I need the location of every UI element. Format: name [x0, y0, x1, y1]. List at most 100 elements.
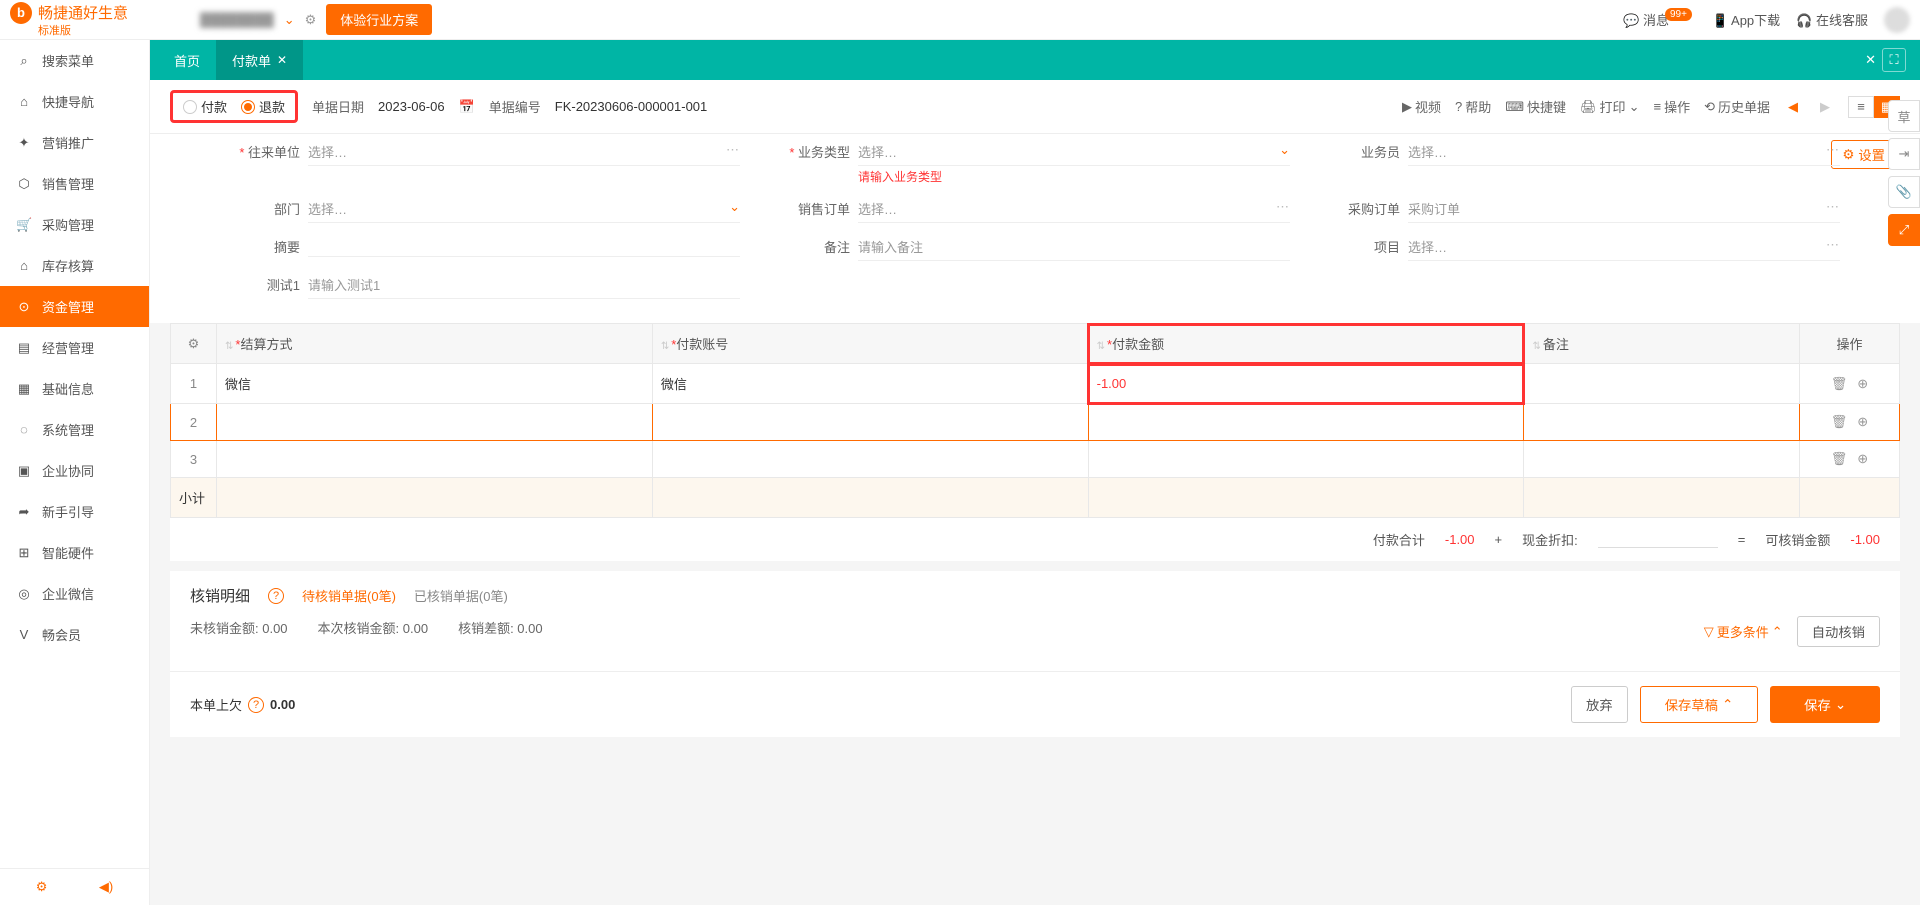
messages-link[interactable]: 💬 消息99+: [1623, 10, 1696, 29]
delete-icon[interactable]: 🗑: [1831, 414, 1848, 430]
prev-icon[interactable]: ◀: [1784, 99, 1802, 115]
col-amount[interactable]: ⇅付款金额: [1088, 324, 1524, 364]
settings-icon[interactable]: ⚙: [36, 879, 48, 895]
save-draft-button[interactable]: 保存草稿 ⌃: [1640, 686, 1758, 723]
help-icon[interactable]: ?: [248, 697, 264, 713]
cell-amount[interactable]: [1088, 441, 1524, 478]
chevron-down-icon[interactable]: ⌄: [284, 12, 295, 28]
sidebar-item-system[interactable]: ◌系统管理: [0, 409, 149, 450]
radio-refund[interactable]: 退款: [241, 97, 285, 116]
collapse-icon[interactable]: ◀): [99, 879, 113, 895]
biztype-select[interactable]: 选择…⌄: [858, 138, 1290, 166]
right-dock: 草 ⇥ 📎 ⤢: [1888, 100, 1920, 246]
dock-import-icon[interactable]: ⇥: [1888, 138, 1920, 170]
sidebar-item-search[interactable]: ⌕搜索菜单: [0, 40, 149, 81]
sidebar-item-marketing[interactable]: ✦营销推广: [0, 122, 149, 163]
ellipsis-icon: ⋯: [1826, 237, 1840, 253]
cell-settle[interactable]: [217, 441, 653, 478]
clerk-label: 业务员: [1330, 138, 1400, 161]
add-icon[interactable]: ⊕: [1857, 451, 1868, 467]
dept-select[interactable]: 选择…⌄: [308, 195, 740, 223]
sidebar-item-member[interactable]: V畅会员: [0, 614, 149, 655]
close-all-icon[interactable]: ✕: [1865, 52, 1876, 68]
auto-verify-button[interactable]: 自动核销: [1797, 616, 1880, 647]
sidebar-item-basic[interactable]: ▦基础信息: [0, 368, 149, 409]
tab-home[interactable]: 首页: [158, 40, 216, 80]
test1-input[interactable]: 请输入测试1: [308, 271, 740, 299]
delete-icon[interactable]: 🗑: [1831, 451, 1848, 467]
cell-amount[interactable]: [1088, 404, 1524, 441]
table-row[interactable]: 2 🗑⊕: [171, 404, 1900, 441]
cell-account[interactable]: [652, 404, 1088, 441]
cell-amount[interactable]: -1.00: [1088, 364, 1524, 404]
history-link[interactable]: ⟲ 历史单据: [1704, 97, 1770, 116]
col-account[interactable]: ⇅付款账号: [652, 324, 1088, 364]
abandon-button[interactable]: 放弃: [1571, 686, 1628, 723]
sidebar-item-collab[interactable]: ▣企业协同: [0, 450, 149, 491]
org-selector[interactable]: ████████: [200, 12, 274, 27]
col-gear[interactable]: ⚙: [171, 324, 217, 364]
next-icon[interactable]: ▶: [1816, 99, 1834, 115]
sidebar-item-funds[interactable]: ⊙资金管理: [0, 286, 149, 327]
sidebar-item-hardware[interactable]: ⊞智能硬件: [0, 532, 149, 573]
col-remark[interactable]: ⇅备注: [1524, 324, 1800, 364]
dock-attach-icon[interactable]: 📎: [1888, 176, 1920, 208]
table-row[interactable]: 3 🗑⊕: [171, 441, 1900, 478]
cell-settle[interactable]: [217, 404, 653, 441]
settings-button[interactable]: ⚙ 设置: [1831, 140, 1896, 169]
shortcut-link[interactable]: ⌨ 快捷键: [1505, 97, 1566, 116]
video-link[interactable]: ▶ 视频: [1402, 97, 1441, 116]
cell-remark[interactable]: [1524, 364, 1800, 404]
online-service-link[interactable]: 🎧 在线客服: [1796, 10, 1868, 29]
sidebar-item-quicknav[interactable]: ⌂快捷导航: [0, 81, 149, 122]
calendar-icon[interactable]: 📅: [459, 99, 475, 115]
add-icon[interactable]: ⊕: [1857, 414, 1868, 430]
cell-account[interactable]: 微信: [652, 364, 1088, 404]
clerk-select[interactable]: 选择…⋯: [1408, 138, 1840, 166]
close-icon[interactable]: ✕: [277, 53, 287, 67]
help-icon[interactable]: ?: [268, 588, 284, 604]
cell-account[interactable]: [652, 441, 1088, 478]
sidebar-item-inventory[interactable]: ⌂库存核算: [0, 245, 149, 286]
dock-draft-icon[interactable]: 草: [1888, 100, 1920, 132]
app-download-link[interactable]: 📱 App下载: [1712, 10, 1780, 29]
remark-input[interactable]: 请输入备注: [858, 233, 1290, 261]
print-link[interactable]: 🖨 打印 ⌄: [1580, 97, 1639, 116]
purchaseorder-select[interactable]: 采购订单⋯: [1408, 195, 1840, 223]
cell-remark[interactable]: [1524, 441, 1800, 478]
save-button[interactable]: 保存 ⌄: [1770, 686, 1880, 723]
ellipsis-icon: ⋯: [1826, 199, 1840, 215]
sidebar-item-business[interactable]: ▤经营管理: [0, 327, 149, 368]
trial-button[interactable]: 体验行业方案: [326, 4, 432, 35]
cell-settle[interactable]: 微信: [217, 364, 653, 404]
sidebar-item-wecom[interactable]: ◎企业微信: [0, 573, 149, 614]
more-conditions-link[interactable]: ▽ 更多条件 ⌃: [1704, 622, 1783, 641]
pay-total-value: -1.00: [1445, 532, 1475, 547]
table-row[interactable]: 1 微信 微信 -1.00 🗑⊕: [171, 364, 1900, 404]
sidebar-item-purchase[interactable]: 🛒采购管理: [0, 204, 149, 245]
sidebar-item-sales[interactable]: ⬡销售管理: [0, 163, 149, 204]
cell-remark[interactable]: [1524, 404, 1800, 441]
verify-tab-pending[interactable]: 待核销单据(0笔): [302, 586, 396, 605]
cash-disc-input[interactable]: [1598, 532, 1718, 548]
tab-payment[interactable]: 付款单✕: [216, 40, 303, 80]
date-value[interactable]: 2023-06-06: [378, 99, 445, 114]
expand-icon[interactable]: ⛶: [1882, 48, 1906, 72]
gear-icon[interactable]: ⚙: [305, 12, 317, 28]
project-select[interactable]: 选择…⋯: [1408, 233, 1840, 261]
summary-input[interactable]: [308, 233, 740, 257]
avatar[interactable]: [1884, 7, 1910, 33]
col-settle[interactable]: ⇅结算方式: [217, 324, 653, 364]
verify-tab-done[interactable]: 已核销单据(0笔): [414, 586, 508, 605]
verify-title: 核销明细: [190, 585, 250, 606]
add-icon[interactable]: ⊕: [1857, 376, 1868, 392]
operate-link[interactable]: ≡ 操作: [1653, 97, 1690, 116]
delete-icon[interactable]: 🗑: [1831, 376, 1848, 392]
help-link[interactable]: ? 帮助: [1455, 97, 1491, 116]
radio-pay[interactable]: 付款: [183, 97, 227, 116]
salesorder-select[interactable]: 选择…⋯: [858, 195, 1290, 223]
view-list-icon[interactable]: ≡: [1848, 96, 1874, 118]
dock-expand-icon[interactable]: ⤢: [1888, 214, 1920, 246]
partner-select[interactable]: 选择…⋯: [308, 138, 740, 166]
sidebar-item-guide[interactable]: ➦新手引导: [0, 491, 149, 532]
